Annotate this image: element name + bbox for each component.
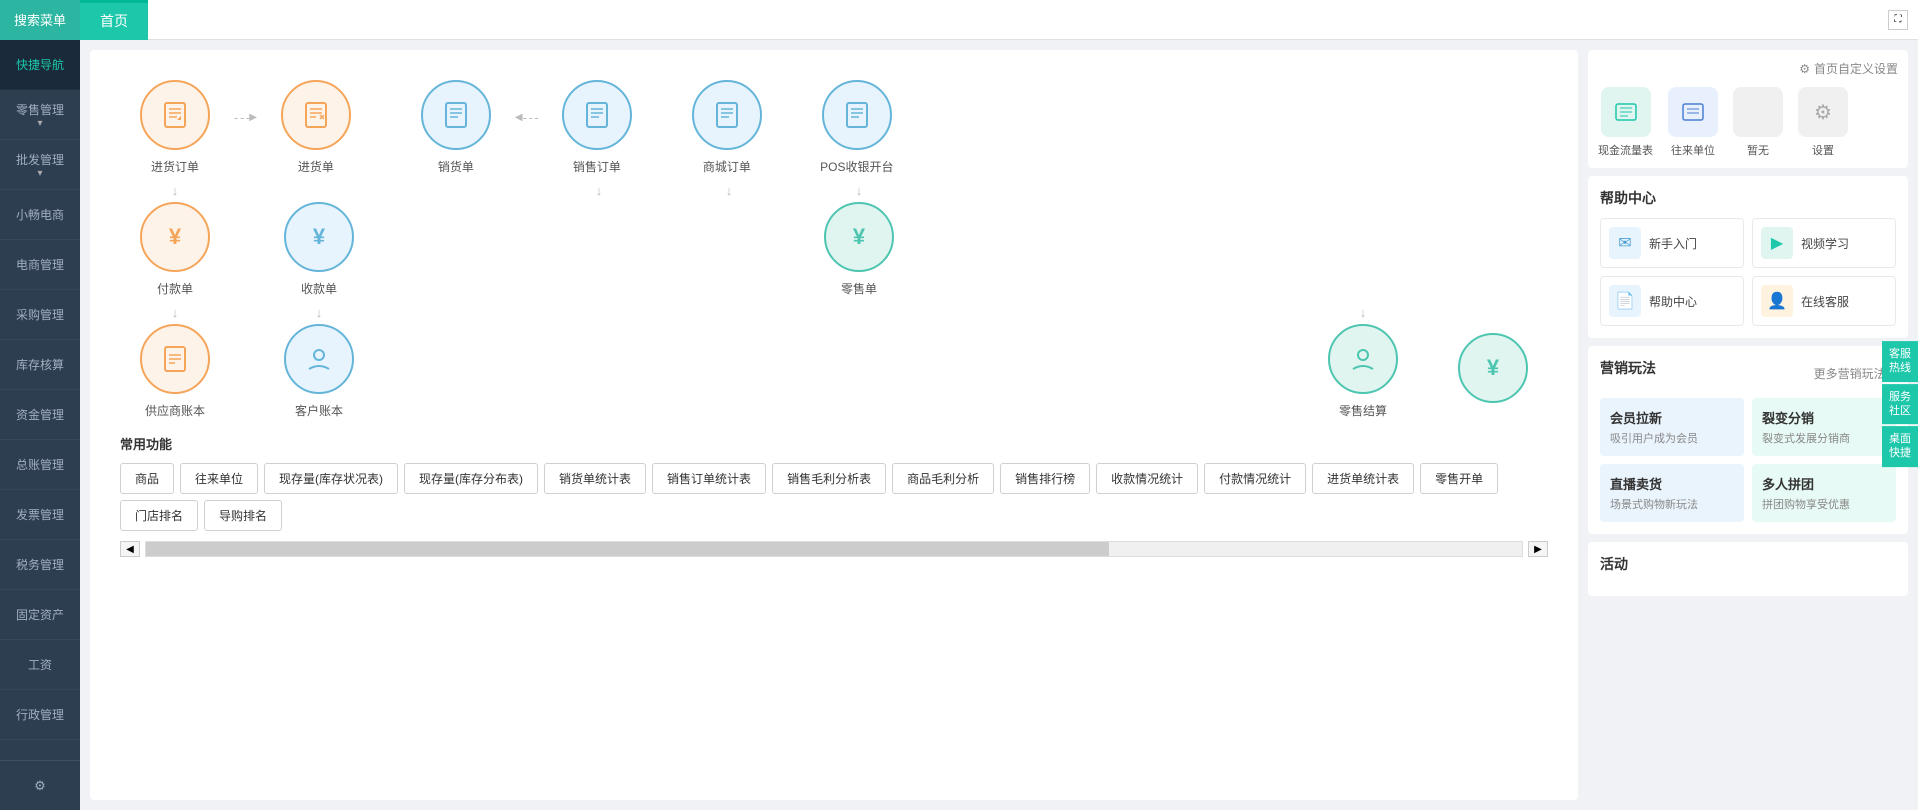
marketing-grid: 会员拉新 吸引用户成为会员 裂变分销 裂变式发展分销商 直播卖货 场景式购物新玩…	[1600, 398, 1896, 522]
help-icon-helpcenter: 📄	[1609, 285, 1641, 317]
func-btn-units[interactable]: 往来单位	[180, 463, 258, 494]
marketing-title: 营销玩法	[1600, 358, 1656, 378]
qn-icon-units	[1668, 87, 1718, 137]
node-mall-order[interactable]: 商城订单	[672, 80, 782, 175]
node-sales-bill[interactable]: 销货单	[401, 80, 511, 175]
quick-nav-items: 现金流量表 往来单位 暂无 ⚙ 设置	[1598, 87, 1898, 158]
help-item-helpcenter[interactable]: 📄 帮助中心	[1600, 276, 1744, 326]
qn-icon-none	[1733, 87, 1783, 137]
node-payment[interactable]: ¥ 付款单	[120, 202, 230, 297]
customize-link[interactable]: ⚙ 首页自定义设置	[1799, 60, 1898, 77]
help-grid: ✉ 新手入门 ▶ 视频学习 📄 帮助中心 👤 在线客服	[1600, 218, 1896, 326]
func-btn-sales-rank[interactable]: 销售排行榜	[1000, 463, 1090, 494]
float-btn-desktop[interactable]: 桌面 快捷	[1882, 426, 1918, 467]
func-btn-sales-profit[interactable]: 销售毛利分析表	[772, 463, 886, 494]
qn-item-none[interactable]: 暂无	[1733, 87, 1783, 158]
marketing-header: 营销玩法 更多营销玩法 >	[1600, 358, 1896, 388]
qn-icon-settings: ⚙	[1798, 87, 1848, 137]
sidebar-item-assets[interactable]: 固定资产	[0, 590, 80, 640]
sidebar-item-admin[interactable]: 行政管理	[0, 690, 80, 740]
scroll-track[interactable]	[145, 541, 1523, 557]
scroll-thumb	[146, 542, 1109, 556]
workflow-diagram: 进货订单 - - -▶ 进货单	[110, 70, 1558, 567]
node-sales-order[interactable]: 销售订单	[542, 80, 652, 175]
sidebar-item-retail[interactable]: 零售管理 ▾	[0, 90, 80, 140]
marketing-item-fission[interactable]: 裂变分销 裂变式发展分销商	[1752, 398, 1896, 456]
qn-item-settings[interactable]: ⚙ 设置	[1798, 87, 1848, 158]
sidebar-item-finance[interactable]: 资金管理	[0, 390, 80, 440]
marketing-item-live[interactable]: 直播卖货 场景式购物新玩法	[1600, 464, 1744, 522]
sidebar-item-wholesale[interactable]: 批发管理 ▾	[0, 140, 80, 190]
sidebar-item-inventory[interactable]: 库存核算	[0, 340, 80, 390]
sidebar-item-ecom[interactable]: 小畅电商	[0, 190, 80, 240]
marketing-item-member[interactable]: 会员拉新 吸引用户成为会员	[1600, 398, 1744, 456]
scroll-left-btn[interactable]: ◀	[120, 541, 140, 557]
sidebar-settings[interactable]: ⚙	[0, 760, 80, 810]
activity-title: 活动	[1600, 554, 1896, 574]
marketing-item-group[interactable]: 多人拼团 拼团购物享受优惠	[1752, 464, 1896, 522]
node-retail-settle[interactable]: ¥	[1438, 333, 1548, 411]
func-btn-goods-profit[interactable]: 商品毛利分析	[892, 463, 994, 494]
node-purchase-bill[interactable]: 进货单	[261, 80, 371, 175]
help-item-online-service[interactable]: 👤 在线客服	[1752, 276, 1896, 326]
qn-item-units[interactable]: 往来单位	[1668, 87, 1718, 158]
float-btn-community[interactable]: 服务 社区	[1882, 384, 1918, 425]
float-btn-service[interactable]: 客服 热线	[1882, 341, 1918, 382]
quick-nav-section: ⚙ 首页自定义设置 现金流量表 往来单位	[1588, 50, 1908, 168]
func-btn-receipt-stat[interactable]: 收款情况统计	[1096, 463, 1198, 494]
help-section: 帮助中心 ✉ 新手入门 ▶ 视频学习 📄 帮助中心 👤	[1588, 176, 1908, 338]
help-title: 帮助中心	[1600, 188, 1896, 208]
tab-home[interactable]: 首页	[80, 0, 148, 40]
func-btn-store-rank[interactable]: 门店排名	[120, 500, 198, 531]
sidebar-item-salary[interactable]: 工资	[0, 640, 80, 690]
gear-small-icon: ⚙	[1799, 62, 1810, 76]
node-purchase-order[interactable]: 进货订单	[120, 80, 230, 175]
node-pos-open[interactable]: POS收银开台	[802, 80, 912, 175]
func-btn-order-stat[interactable]: 销售订单统计表	[652, 463, 766, 494]
expand-icon[interactable]: ⛶	[1888, 10, 1908, 30]
sidebar: 快捷导航 零售管理 ▾ 批发管理 ▾ 小畅电商 电商管理 采购管理 库存核算 资…	[0, 40, 80, 810]
float-buttons: 客服 热线 服务 社区 桌面 快捷	[1882, 341, 1918, 469]
sidebar-item-purchase[interactable]: 采购管理	[0, 290, 80, 340]
sidebar-item-quicknav[interactable]: 快捷导航	[0, 40, 80, 90]
quick-nav-header: ⚙ 首页自定义设置	[1598, 60, 1898, 77]
main-panel: 进货订单 - - -▶ 进货单	[90, 50, 1578, 800]
func-btn-payment-stat[interactable]: 付款情况统计	[1204, 463, 1306, 494]
help-icon-video: ▶	[1761, 227, 1793, 259]
activity-section: 活动	[1588, 542, 1908, 596]
search-menu[interactable]: 搜索菜单	[0, 0, 80, 40]
node-retail-bill[interactable]: ¥ 零售单	[804, 202, 914, 297]
scroll-right-btn[interactable]: ▶	[1528, 541, 1548, 557]
help-icon-online-service: 👤	[1761, 285, 1793, 317]
func-btn-stock2[interactable]: 现存量(库存分布表)	[404, 463, 538, 494]
node-customer-account[interactable]: 客户账本	[264, 324, 374, 419]
qn-item-cashflow[interactable]: 现金流量表	[1598, 87, 1653, 158]
gear-icon: ⚙	[34, 778, 46, 794]
help-item-beginner[interactable]: ✉ 新手入门	[1600, 218, 1744, 268]
func-btn-retail-order[interactable]: 零售开单	[1420, 463, 1498, 494]
node-retail-out[interactable]: 零售结算	[1308, 324, 1418, 419]
func-btn-goods[interactable]: 商品	[120, 463, 174, 494]
node-receipt[interactable]: ¥ 收款单	[264, 202, 374, 297]
right-panel: ⚙ 首页自定义设置 现金流量表 往来单位	[1588, 50, 1908, 800]
marketing-section: 营销玩法 更多营销玩法 > 会员拉新 吸引用户成为会员 裂变分销 裂变式发展分销…	[1588, 346, 1908, 534]
node-supplier-account[interactable]: 供应商账本	[120, 324, 230, 419]
common-functions: 常用功能 商品 往来单位 现存量(库存状况表) 现存量(库存分布表) 销货单统计…	[120, 434, 1548, 531]
help-item-video[interactable]: ▶ 视频学习	[1752, 218, 1896, 268]
func-btn-sales-stat[interactable]: 销货单统计表	[544, 463, 646, 494]
func-grid: 商品 往来单位 现存量(库存状况表) 现存量(库存分布表) 销货单统计表 销售订…	[120, 463, 1548, 531]
func-btn-stock1[interactable]: 现存量(库存状况表)	[264, 463, 398, 494]
func-btn-purchase-stat[interactable]: 进货单统计表	[1312, 463, 1414, 494]
qn-icon-cashflow	[1601, 87, 1651, 137]
sidebar-item-invoice[interactable]: 发票管理	[0, 490, 80, 540]
sidebar-item-ecommgmt[interactable]: 电商管理	[0, 240, 80, 290]
func-btn-guide-rank[interactable]: 导购排名	[204, 500, 282, 531]
common-functions-title: 常用功能	[120, 434, 1548, 453]
sidebar-item-ledger[interactable]: 总账管理	[0, 440, 80, 490]
help-icon-beginner: ✉	[1609, 227, 1641, 259]
sidebar-item-tax[interactable]: 税务管理	[0, 540, 80, 590]
scrollbar: ◀ ▶	[120, 541, 1548, 557]
